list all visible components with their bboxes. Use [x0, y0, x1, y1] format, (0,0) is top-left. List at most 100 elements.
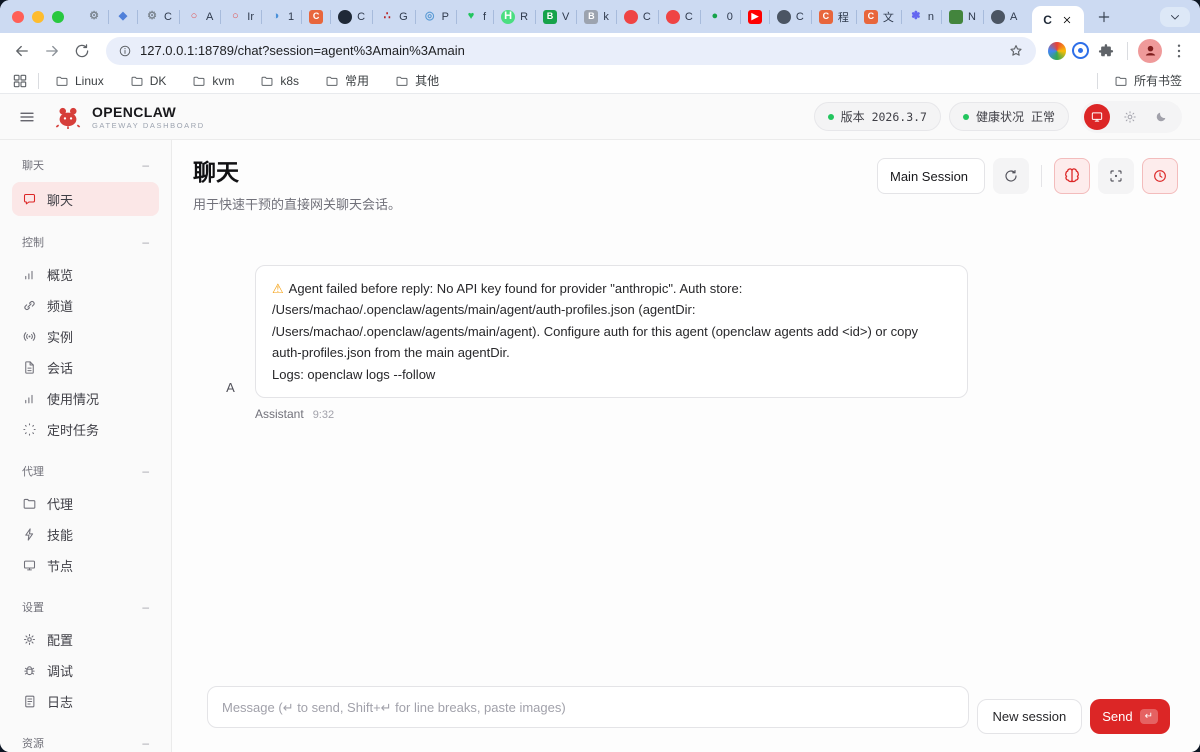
sidebar-item-聊天[interactable]: 聊天	[12, 182, 159, 216]
sidebar-item-label: 频道	[47, 299, 74, 314]
sidebar-item-概览[interactable]: 概览	[12, 259, 159, 290]
section-title-text: 代理	[22, 466, 44, 478]
close-window-button[interactable]	[12, 10, 24, 23]
pinned-tab[interactable]: ▶	[741, 5, 769, 29]
sidebar-item-频道[interactable]: 频道	[12, 290, 159, 321]
sidebar-toggle-button[interactable]	[18, 108, 36, 126]
session-select[interactable]: Main Session	[877, 158, 985, 194]
sidebar-item-技能[interactable]: 技能	[12, 519, 159, 550]
sidebar-item-代理[interactable]: 代理	[12, 488, 159, 519]
all-bookmarks-button[interactable]: 所有书签	[1108, 70, 1188, 91]
active-tab[interactable]: C	[1032, 6, 1084, 33]
bookmark-folder[interactable]: 其他	[389, 70, 445, 91]
tab-overflow-button[interactable]	[1160, 6, 1190, 27]
reload-button[interactable]	[70, 39, 94, 63]
timer-toggle-button[interactable]	[1142, 158, 1178, 194]
tab-favicon: ◎	[424, 10, 435, 22]
browser-menu-button[interactable]	[1168, 40, 1190, 62]
brain-toggle-button[interactable]	[1054, 158, 1090, 194]
pinned-tab[interactable]: ♥ f	[457, 5, 493, 29]
theme-dark-button[interactable]	[1150, 106, 1172, 128]
pinned-tab[interactable]: ○ Ir	[221, 5, 261, 29]
pinned-tab[interactable]: ✽ n	[902, 5, 941, 29]
bookmark-label: 常用	[345, 74, 370, 88]
url-bar[interactable]: 127.0.0.1:18789/chat?session=agent%3Amai…	[106, 36, 1036, 65]
message-input[interactable]	[207, 686, 969, 728]
section-collapse-icon[interactable]: –	[142, 736, 149, 750]
new-session-button[interactable]: New session	[976, 699, 1083, 734]
bookmark-folder[interactable]: k8s	[254, 72, 305, 90]
bookmark-label: 其他	[415, 74, 440, 88]
pinned-tab[interactable]: A	[984, 5, 1024, 29]
pinned-tab[interactable]: ○ A	[180, 5, 220, 29]
tab-favicon	[623, 9, 638, 24]
theme-system-button[interactable]	[1084, 103, 1110, 130]
page-title: 聊天	[193, 159, 239, 185]
timer-icon	[22, 422, 37, 437]
sidebar-item-节点[interactable]: 节点	[12, 550, 159, 581]
pinned-tab[interactable]: C文	[857, 5, 901, 29]
link-icon	[22, 298, 37, 313]
pinned-tab[interactable]: C	[659, 5, 700, 29]
pinned-tab[interactable]: ∴ G	[373, 5, 415, 29]
color-extension-icon[interactable]	[1048, 41, 1066, 60]
sidebar-item-会话[interactable]: 会话	[12, 352, 159, 383]
section-collapse-icon[interactable]: –	[142, 464, 149, 478]
pinned-tab[interactable]: C	[617, 5, 658, 29]
theme-light-button[interactable]	[1119, 106, 1141, 128]
pinned-tab[interactable]: C	[331, 5, 372, 29]
url-text[interactable]: 127.0.0.1:18789/chat?session=agent%3Amai…	[140, 43, 1000, 58]
bookmark-star-button[interactable]	[1008, 43, 1024, 59]
extensions-button[interactable]	[1095, 40, 1117, 62]
pinned-tab[interactable]: C	[770, 5, 811, 29]
pinned-tab[interactable]: ◎ P	[416, 5, 456, 29]
pinned-tab[interactable]: ◆	[109, 5, 137, 29]
brain-icon	[1063, 167, 1081, 185]
tab-title: C	[642, 10, 651, 23]
pinned-tab[interactable]: C程	[812, 5, 856, 29]
section-collapse-icon[interactable]: –	[142, 600, 149, 614]
sidebar-item-日志[interactable]: 日志	[12, 686, 159, 717]
section-collapse-icon[interactable]: –	[142, 235, 149, 249]
sidebar-item-使用情况[interactable]: 使用情况	[12, 383, 159, 414]
sidebar-item-实例[interactable]: 实例	[12, 321, 159, 352]
forward-button[interactable]	[40, 39, 64, 63]
bookmark-folder[interactable]: kvm	[186, 72, 240, 90]
bookmark-folder[interactable]: 常用	[319, 70, 375, 91]
site-info-icon[interactable]	[118, 44, 132, 58]
pinned-tab[interactable]: HR	[494, 5, 535, 29]
focus-toggle-button[interactable]	[1098, 158, 1134, 194]
send-button[interactable]: Send ↵	[1090, 699, 1170, 734]
profile-avatar[interactable]	[1138, 38, 1162, 63]
bookmark-label: kvm	[212, 73, 235, 88]
bookmark-folder[interactable]: Linux	[49, 72, 110, 90]
sidebar-section: 代理 – 代理 技能 节点	[12, 463, 159, 581]
sidebar-item-配置[interactable]: 配置	[12, 624, 159, 655]
new-tab-button[interactable]	[1096, 9, 1112, 25]
apps-grid-button[interactable]	[12, 73, 28, 89]
pinned-tab[interactable]: Bk	[577, 5, 616, 29]
pinned-tab[interactable]: C	[302, 5, 330, 29]
back-button[interactable]	[10, 39, 34, 63]
tab-title: 0	[726, 10, 733, 23]
sidebar-item-定时任务[interactable]: 定时任务	[12, 414, 159, 445]
pinned-tabs: ⚙ ◆ ⚙ C ○ A ○ Ir ◑ 1 C C ∴ G ◎ P ♥ f H R B V Bk C C ● 0 ▶ C C 程 C 文 ✽ n N A	[80, 0, 1024, 33]
minimize-window-button[interactable]	[32, 10, 44, 23]
pinned-tab[interactable]: ⚙	[80, 5, 108, 29]
folder-icon	[192, 74, 206, 88]
tab-title: N	[967, 10, 976, 23]
tab-favicon	[665, 9, 680, 24]
section-collapse-icon[interactable]: –	[142, 158, 149, 172]
pinned-tab[interactable]: ⚙ C	[138, 5, 179, 29]
pinned-tab[interactable]: ◑ 1	[262, 5, 301, 29]
pinned-tab[interactable]: N	[942, 5, 983, 29]
bookmark-folder[interactable]: DK	[124, 72, 173, 90]
sidebar-item-调试[interactable]: 调试	[12, 655, 159, 686]
refresh-session-button[interactable]	[993, 158, 1029, 194]
pinned-tab[interactable]: BV	[536, 5, 576, 29]
zoom-window-button[interactable]	[52, 10, 64, 23]
tab-close-icon[interactable]	[1061, 14, 1073, 26]
password-extension-icon[interactable]	[1072, 42, 1089, 59]
pinned-tab[interactable]: ● 0	[701, 5, 740, 29]
bars-icon	[22, 267, 37, 282]
